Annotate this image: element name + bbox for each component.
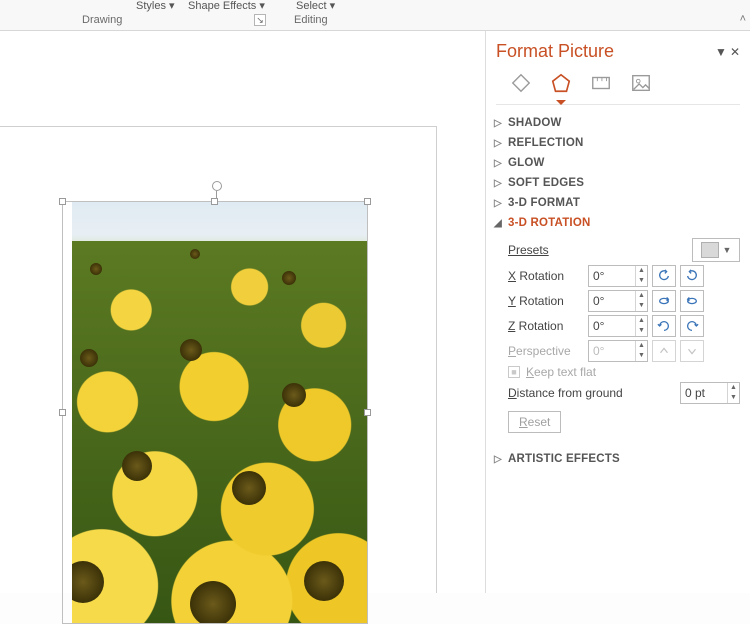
- pane-close-icon[interactable]: ✕: [728, 45, 742, 59]
- resize-handle-tm[interactable]: [211, 198, 218, 205]
- shape-effects-dropdown[interactable]: Shape Effects ▾: [188, 0, 265, 12]
- effects-pentagon-icon: [550, 72, 572, 94]
- group-editing-label: Editing: [294, 14, 328, 26]
- rotate-down-icon: [685, 294, 699, 308]
- resize-handle-ml[interactable]: [59, 409, 66, 416]
- chevron-down-icon: ▼: [723, 245, 732, 255]
- spin-up-icon[interactable]: ▲: [636, 316, 647, 326]
- rotate-ccw-icon: [657, 319, 671, 333]
- spin-up-icon[interactable]: ▲: [636, 291, 647, 301]
- rotate-left-icon: [657, 269, 671, 283]
- fill-line-tab[interactable]: [508, 70, 534, 96]
- drawing-dialog-launcher[interactable]: ↘: [254, 14, 266, 26]
- y-rotate-right-button[interactable]: [680, 290, 704, 312]
- keep-text-flat-row: ■ Keep text flat: [508, 365, 740, 379]
- resize-handle-tl[interactable]: [59, 198, 66, 205]
- section-glow[interactable]: ▷GLOW: [492, 153, 740, 173]
- spin-down-icon: ▼: [636, 351, 647, 361]
- y-rotate-left-button[interactable]: [652, 290, 676, 312]
- x-rotation-input[interactable]: 0° ▲▼: [588, 265, 648, 287]
- expand-icon: ▷: [494, 138, 504, 149]
- ribbon-collapse-icon[interactable]: ˄: [740, 13, 746, 25]
- expand-icon: ▷: [494, 178, 504, 189]
- format-picture-pane: Format Picture ▼ ✕ ▷SHADOW ▷REFLECTION ▷…: [485, 31, 750, 593]
- pane-category-tabs: [496, 68, 740, 105]
- arrow-down-icon: [685, 344, 699, 358]
- expand-icon: ▷: [494, 454, 504, 465]
- picture-tab[interactable]: [628, 70, 654, 96]
- keep-text-flat-checkbox: ■: [508, 366, 520, 378]
- expand-icon: ▷: [494, 198, 504, 209]
- styles-dropdown[interactable]: Styles ▾: [136, 0, 175, 12]
- size-ruler-icon: [590, 72, 612, 94]
- collapse-icon: ◢: [494, 218, 504, 229]
- group-drawing-label: Drawing: [82, 14, 122, 26]
- y-rotation-input[interactable]: 0° ▲▼: [588, 290, 648, 312]
- picture-icon: [630, 72, 652, 94]
- x-rotate-right-button[interactable]: [680, 265, 704, 287]
- section-3d-format[interactable]: ▷3-D FORMAT: [492, 193, 740, 213]
- z-rotation-row: Z Rotation 0° ▲▼: [508, 315, 740, 337]
- rotation-body: Presets ▼ X Rotation 0° ▲▼ Y Rota: [492, 233, 740, 439]
- rotate-cw-icon: [685, 319, 699, 333]
- select-dropdown[interactable]: Select ▾: [296, 0, 335, 12]
- y-rotation-row: Y Rotation 0° ▲▼: [508, 290, 740, 312]
- rotation-handle[interactable]: [212, 181, 222, 191]
- selection-box: [62, 201, 368, 624]
- spin-up-icon[interactable]: ▲: [636, 266, 647, 276]
- slide-canvas[interactable]: [0, 31, 485, 593]
- section-soft-edges[interactable]: ▷SOFT EDGES: [492, 173, 740, 193]
- arrow-up-icon: [657, 344, 671, 358]
- fill-bucket-icon: [510, 72, 532, 94]
- spin-down-icon[interactable]: ▼: [636, 301, 647, 311]
- resize-handle-tr[interactable]: [364, 198, 371, 205]
- perspective-widen-button: [680, 340, 704, 362]
- pane-title: Format Picture: [496, 41, 714, 62]
- perspective-row: Perspective 0° ▲▼: [508, 340, 740, 362]
- perspective-narrow-button: [652, 340, 676, 362]
- section-shadow[interactable]: ▷SHADOW: [492, 113, 740, 133]
- section-reflection[interactable]: ▷REFLECTION: [492, 133, 740, 153]
- effects-tab[interactable]: [548, 70, 574, 96]
- reset-button[interactable]: Reset: [508, 411, 561, 433]
- expand-icon: ▷: [494, 118, 504, 129]
- presets-dropdown[interactable]: ▼: [692, 238, 740, 262]
- perspective-input: 0° ▲▼: [588, 340, 648, 362]
- rotate-up-icon: [657, 294, 671, 308]
- ribbon: Styles ▾ Shape Effects ▾ Select ▾ Drawin…: [0, 0, 750, 31]
- spin-down-icon[interactable]: ▼: [636, 276, 647, 286]
- presets-row: Presets ▼: [508, 238, 740, 262]
- distance-row: Distance from ground 0 pt ▲▼: [508, 382, 740, 404]
- spin-up-icon: ▲: [636, 341, 647, 351]
- z-rotate-cw-button[interactable]: [680, 315, 704, 337]
- spin-down-icon[interactable]: ▼: [728, 393, 739, 403]
- spin-up-icon[interactable]: ▲: [728, 383, 739, 393]
- rotate-right-icon: [685, 269, 699, 283]
- section-3d-rotation[interactable]: ◢3-D ROTATION: [492, 213, 740, 233]
- x-rotation-row: X Rotation 0° ▲▼: [508, 265, 740, 287]
- size-properties-tab[interactable]: [588, 70, 614, 96]
- spin-down-icon[interactable]: ▼: [636, 326, 647, 336]
- pane-menu-icon[interactable]: ▼: [714, 45, 728, 59]
- preset-swatch-icon: [701, 242, 719, 258]
- z-rotation-input[interactable]: 0° ▲▼: [588, 315, 648, 337]
- z-rotate-ccw-button[interactable]: [652, 315, 676, 337]
- x-rotate-left-button[interactable]: [652, 265, 676, 287]
- expand-icon: ▷: [494, 158, 504, 169]
- section-artistic-effects[interactable]: ▷ARTISTIC EFFECTS: [492, 449, 740, 469]
- distance-input[interactable]: 0 pt ▲▼: [680, 382, 740, 404]
- resize-handle-mr[interactable]: [364, 409, 371, 416]
